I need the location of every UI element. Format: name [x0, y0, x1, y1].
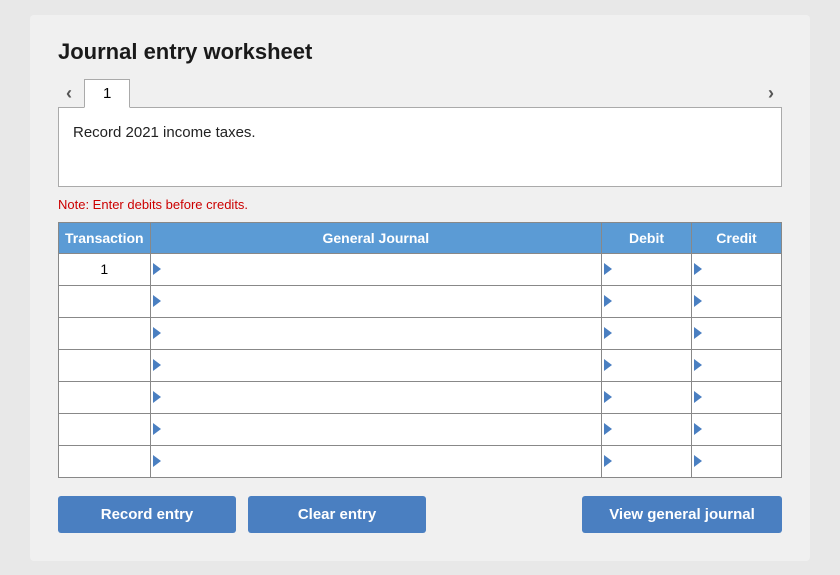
tx-cell[interactable] — [59, 381, 151, 413]
table-row — [59, 349, 782, 381]
col-debit: Debit — [602, 222, 692, 253]
debit-cell[interactable] — [602, 317, 692, 349]
gj-arrow-icon — [153, 263, 161, 275]
table-row — [59, 317, 782, 349]
credit-cell[interactable] — [692, 253, 782, 285]
gj-arrow-icon — [153, 455, 161, 467]
gj-cell[interactable] — [150, 413, 601, 445]
buttons-row: Record entry Clear entry View general jo… — [58, 496, 782, 533]
debit-cell[interactable] — [602, 253, 692, 285]
debit-arrow-icon — [604, 263, 612, 275]
table-row: 1 — [59, 253, 782, 285]
table-row — [59, 445, 782, 477]
tx-cell[interactable] — [59, 445, 151, 477]
gj-arrow-icon — [153, 327, 161, 339]
record-entry-button[interactable]: Record entry — [58, 496, 236, 533]
debit-arrow-icon — [604, 295, 612, 307]
credit-arrow-icon — [694, 391, 702, 403]
gj-cell[interactable] — [150, 445, 601, 477]
tx-cell[interactable] — [59, 349, 151, 381]
credit-cell[interactable] — [692, 349, 782, 381]
tab-navigation: ‹ 1 › — [58, 79, 782, 108]
debit-cell[interactable] — [602, 413, 692, 445]
debit-cell[interactable] — [602, 285, 692, 317]
col-transaction: Transaction — [59, 222, 151, 253]
debit-arrow-icon — [604, 359, 612, 371]
debit-arrow-icon — [604, 327, 612, 339]
tab-1[interactable]: 1 — [84, 79, 130, 108]
debit-cell[interactable] — [602, 445, 692, 477]
description-box: Record 2021 income taxes. — [58, 107, 782, 187]
credit-arrow-icon — [694, 327, 702, 339]
gj-arrow-icon — [153, 295, 161, 307]
tx-cell[interactable]: 1 — [59, 253, 151, 285]
credit-cell[interactable] — [692, 445, 782, 477]
gj-arrow-icon — [153, 423, 161, 435]
tx-cell[interactable] — [59, 285, 151, 317]
debit-arrow-icon — [604, 391, 612, 403]
credit-cell[interactable] — [692, 285, 782, 317]
col-credit: Credit — [692, 222, 782, 253]
gj-cell[interactable] — [150, 253, 601, 285]
note-text: Note: Enter debits before credits. — [58, 197, 782, 212]
table-header-row: Transaction General Journal Debit Credit — [59, 222, 782, 253]
view-general-journal-button[interactable]: View general journal — [582, 496, 782, 533]
gj-cell[interactable] — [150, 381, 601, 413]
description-text: Record 2021 income taxes. — [73, 124, 256, 141]
credit-cell[interactable] — [692, 381, 782, 413]
gj-arrow-icon — [153, 359, 161, 371]
gj-cell[interactable] — [150, 285, 601, 317]
gj-cell[interactable] — [150, 317, 601, 349]
table-row — [59, 413, 782, 445]
main-container: Journal entry worksheet ‹ 1 › Record 202… — [30, 15, 810, 561]
gj-arrow-icon — [153, 391, 161, 403]
page-title: Journal entry worksheet — [58, 39, 782, 65]
table-row — [59, 381, 782, 413]
credit-arrow-icon — [694, 423, 702, 435]
debit-arrow-icon — [604, 423, 612, 435]
debit-cell[interactable] — [602, 381, 692, 413]
credit-cell[interactable] — [692, 317, 782, 349]
next-tab-button[interactable]: › — [760, 79, 782, 108]
credit-arrow-icon — [694, 263, 702, 275]
credit-arrow-icon — [694, 295, 702, 307]
debit-cell[interactable] — [602, 349, 692, 381]
credit-cell[interactable] — [692, 413, 782, 445]
debit-arrow-icon — [604, 455, 612, 467]
col-general-journal: General Journal — [150, 222, 601, 253]
tx-cell[interactable] — [59, 413, 151, 445]
credit-arrow-icon — [694, 455, 702, 467]
tx-cell[interactable] — [59, 317, 151, 349]
credit-arrow-icon — [694, 359, 702, 371]
prev-tab-button[interactable]: ‹ — [58, 79, 80, 108]
gj-cell[interactable] — [150, 349, 601, 381]
clear-entry-button[interactable]: Clear entry — [248, 496, 426, 533]
journal-table: Transaction General Journal Debit Credit… — [58, 222, 782, 478]
table-row — [59, 285, 782, 317]
